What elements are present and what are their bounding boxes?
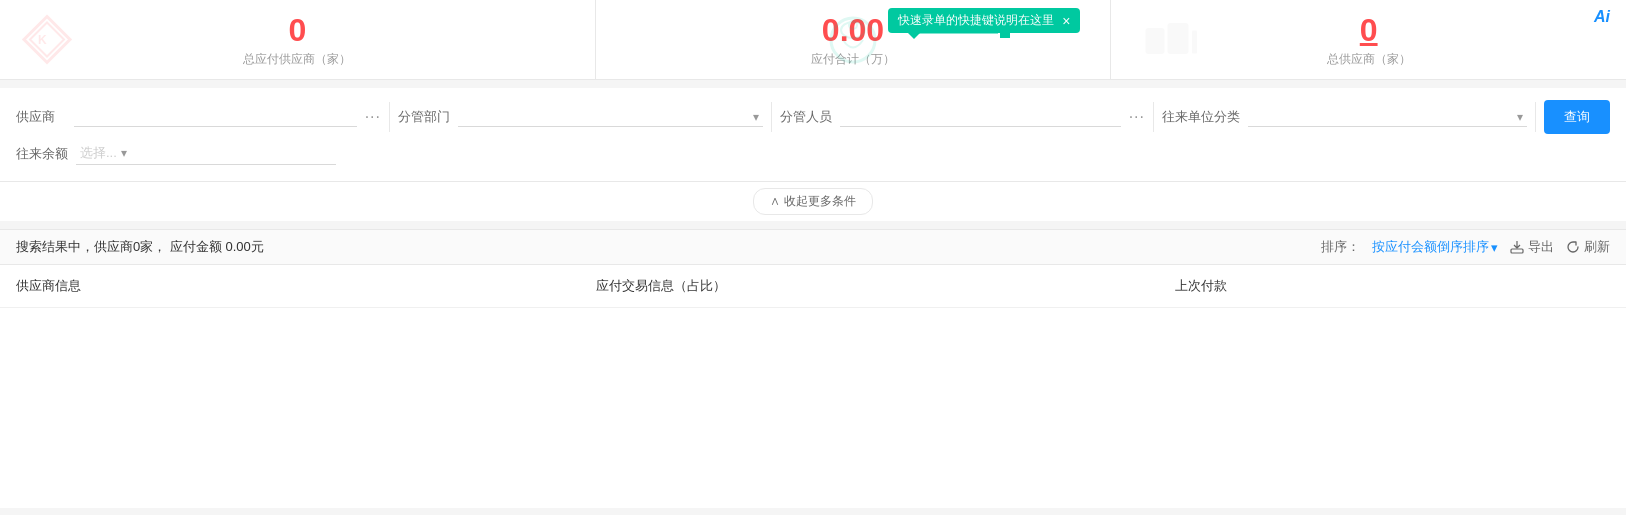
- svg-rect-8: [1192, 30, 1197, 53]
- top-stats-bar: K 0 总应付供应商（家） 快速录单的快捷键说明在这里 × 0.00 应付合计（…: [0, 0, 1626, 80]
- filter-supplier: 供应商 ···: [16, 107, 381, 127]
- filter-area: 供应商 ··· 分管部门 ▾ 分管人员 ··· 往来单: [0, 88, 1626, 182]
- col-supplier-header: 供应商信息: [16, 277, 596, 295]
- export-label: 导出: [1528, 238, 1554, 256]
- payable-suppliers-label: 总应付供应商（家）: [243, 51, 351, 68]
- refresh-label: 刷新: [1584, 238, 1610, 256]
- collapse-button[interactable]: ∧ 收起更多条件: [753, 188, 872, 215]
- filter-row-1: 供应商 ··· 分管部门 ▾ 分管人员 ··· 往来单: [16, 100, 1610, 134]
- divider-3: [1153, 102, 1154, 132]
- ai-area: Ai: [1594, 8, 1610, 26]
- result-info: 搜索结果中，供应商0家， 应付金额 0.00元: [16, 238, 264, 256]
- export-icon: [1510, 240, 1524, 254]
- supplier-label: 供应商: [16, 108, 66, 126]
- balance-placeholder: 选择...: [80, 144, 117, 162]
- person-dots[interactable]: ···: [1129, 108, 1145, 126]
- unit-arrow: ▾: [1517, 110, 1523, 124]
- sort-arrow: ▾: [1491, 240, 1498, 255]
- sort-label: 排序：: [1321, 238, 1360, 256]
- col-last-payment-header: 上次付款: [1175, 277, 1610, 295]
- filter-unit: 往来单位分类 ▾: [1162, 108, 1527, 127]
- result-text: 搜索结果中，供应商0家: [16, 239, 153, 254]
- department-input-wrapper[interactable]: ▾: [458, 108, 763, 127]
- result-amount: 应付金额 0.00元: [170, 239, 264, 254]
- stat-payable-suppliers: K 0 总应付供应商（家）: [0, 0, 596, 79]
- total-suppliers-label: 总供应商（家）: [1327, 51, 1411, 68]
- sort-select[interactable]: 按应付会额倒序排序 ▾: [1372, 238, 1498, 256]
- filter-balance: 往来余额 选择... ▾: [16, 142, 336, 165]
- svg-rect-9: [1511, 249, 1523, 253]
- department-label: 分管部门: [398, 108, 450, 126]
- ai-label[interactable]: Ai: [1594, 8, 1610, 26]
- svg-rect-6: [1146, 28, 1164, 53]
- person-label: 分管人员: [780, 108, 832, 126]
- table-body: [0, 308, 1626, 508]
- result-actions: 排序： 按应付会额倒序排序 ▾ 导出 刷新: [1321, 238, 1610, 256]
- supplier-input-wrapper: [74, 107, 357, 127]
- filter-person: 分管人员 ···: [780, 107, 1145, 127]
- divider-4: [1535, 102, 1536, 132]
- refresh-icon: [1566, 240, 1580, 254]
- unit-input-wrapper[interactable]: ▾: [1248, 108, 1527, 127]
- svg-text:K: K: [38, 32, 47, 46]
- stat-total-suppliers: 0 总供应商（家） Ai: [1111, 0, 1626, 79]
- suppliers-icon: [1141, 18, 1201, 58]
- stat-payable-total: 快速录单的快捷键说明在这里 × 0.00 应付合计（万）: [596, 0, 1112, 79]
- filter-department: 分管部门 ▾: [398, 108, 763, 127]
- balance-select-wrapper[interactable]: 选择... ▾: [76, 142, 336, 165]
- supplier-input[interactable]: [78, 109, 353, 124]
- payable-suppliers-number: 0: [288, 11, 306, 49]
- divider-1: [389, 102, 390, 132]
- unit-label: 往来单位分类: [1162, 108, 1240, 126]
- dot-indicator: [1000, 28, 1010, 38]
- money-jar-icon: [823, 10, 883, 70]
- collapse-bar: ∧ 收起更多条件: [0, 182, 1626, 221]
- person-input[interactable]: [844, 109, 1117, 124]
- tooltip-text: 快速录单的快捷键说明在这里: [898, 12, 1054, 29]
- filter-row-2: 往来余额 选择... ▾: [16, 142, 1610, 165]
- result-bar: 搜索结果中，供应商0家， 应付金额 0.00元 排序： 按应付会额倒序排序 ▾ …: [0, 229, 1626, 265]
- export-button[interactable]: 导出: [1510, 238, 1554, 256]
- person-input-wrapper: [840, 107, 1121, 127]
- table-header: 供应商信息 应付交易信息（占比） 上次付款: [0, 265, 1626, 308]
- diamond-icon: K: [20, 12, 75, 67]
- query-button[interactable]: 查询: [1544, 100, 1610, 134]
- sort-value: 按应付会额倒序排序: [1372, 238, 1489, 256]
- refresh-button[interactable]: 刷新: [1566, 238, 1610, 256]
- divider-2: [771, 102, 772, 132]
- svg-rect-7: [1168, 23, 1188, 53]
- supplier-dots[interactable]: ···: [365, 108, 381, 126]
- svg-point-3: [831, 18, 875, 62]
- total-suppliers-number: 0: [1360, 11, 1378, 49]
- balance-arrow: ▾: [121, 146, 127, 160]
- tooltip-close-btn[interactable]: ×: [1062, 13, 1070, 29]
- department-arrow: ▾: [753, 110, 759, 124]
- balance-label: 往来余额: [16, 145, 68, 163]
- col-transaction-header: 应付交易信息（占比）: [596, 277, 1176, 295]
